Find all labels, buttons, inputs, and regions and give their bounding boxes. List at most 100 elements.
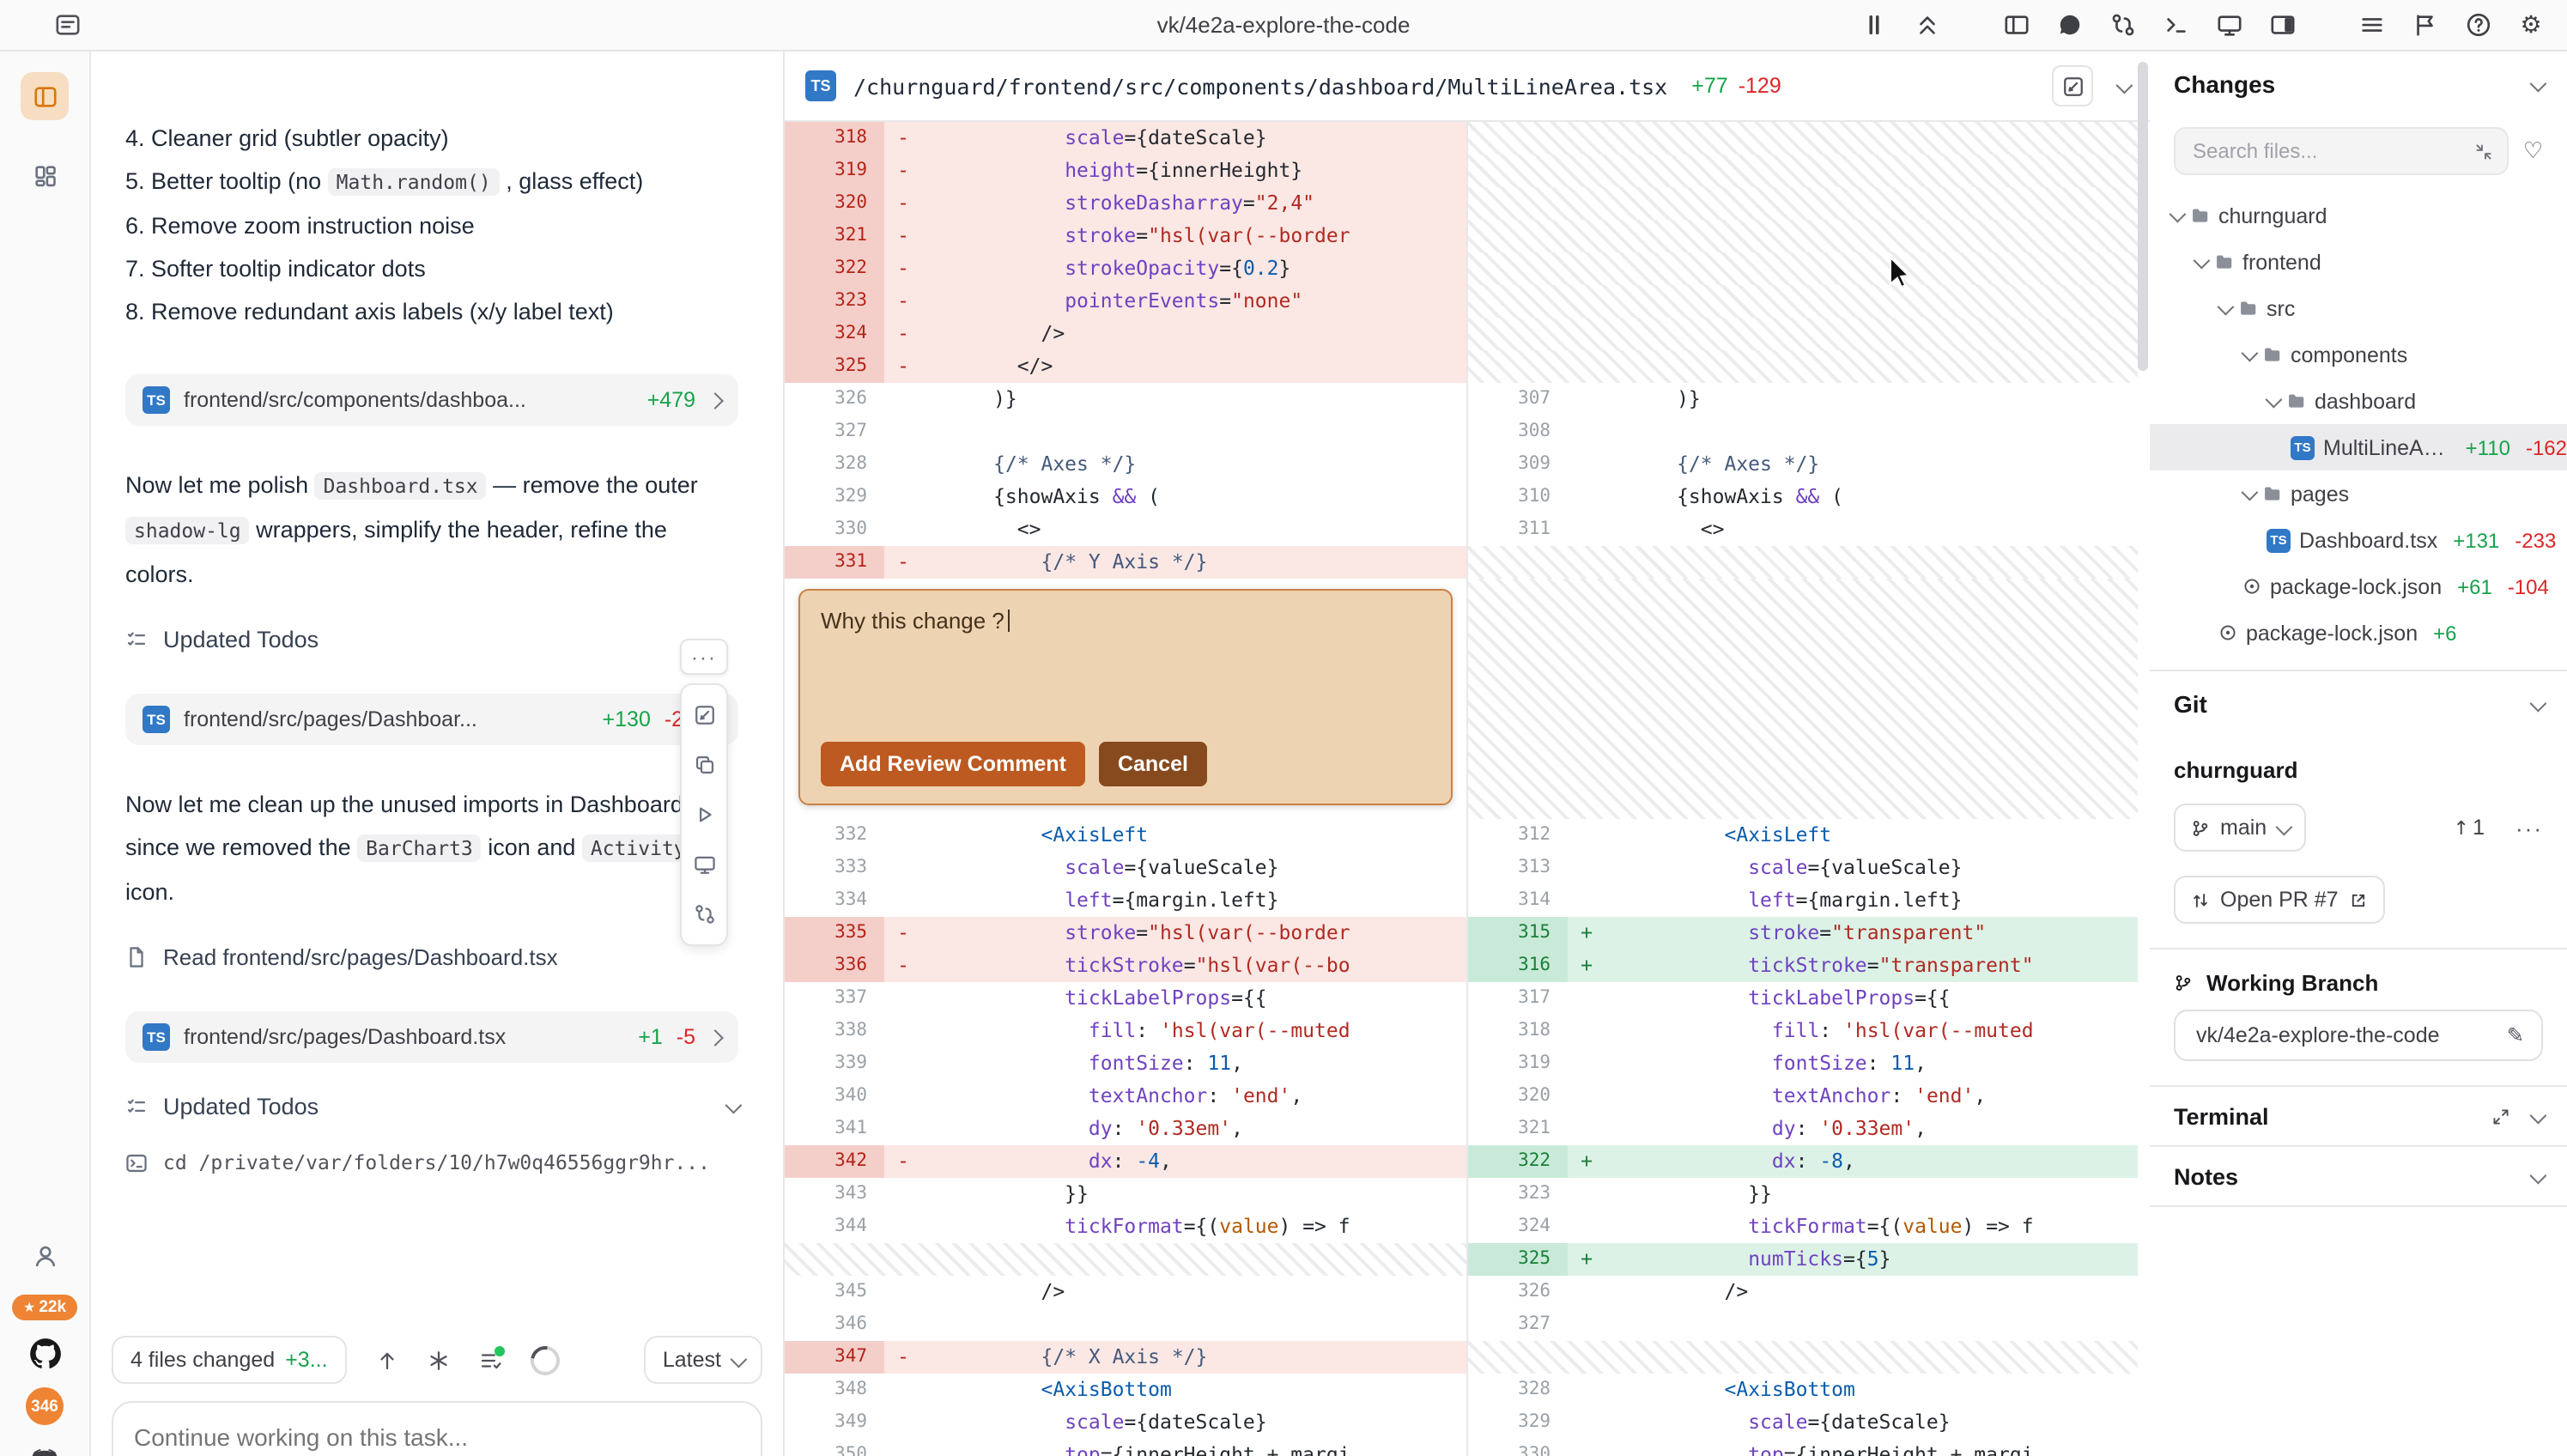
help-icon[interactable] bbox=[2462, 9, 2493, 40]
diff-right-cell: 328 <AxisBottom bbox=[1466, 1374, 2138, 1406]
chevron-down-icon[interactable] bbox=[2530, 1107, 2547, 1124]
files-changed-chip[interactable]: 4 files changed +3... bbox=[112, 1336, 347, 1384]
monitor-icon[interactable] bbox=[685, 841, 723, 888]
message-more-button[interactable]: ··· bbox=[680, 639, 728, 675]
chevron-down-icon[interactable] bbox=[2530, 1167, 2547, 1184]
panel-right-icon[interactable] bbox=[2267, 9, 2297, 40]
change-marker: - bbox=[884, 155, 922, 187]
tree-item-name: dashboard bbox=[2315, 389, 2416, 413]
tree-item-package-lock-json[interactable]: package-lock.json+61-104 bbox=[2150, 563, 2567, 610]
read-file-row[interactable]: Read frontend/src/pages/Dashboard.tsx bbox=[125, 944, 738, 970]
git-more-icon[interactable]: ··· bbox=[2515, 815, 2543, 840]
tree-item-package-lock-json[interactable]: package-lock.json+6 bbox=[2150, 610, 2567, 656]
review-mode-icon[interactable] bbox=[2052, 65, 2093, 106]
line-number: 341 bbox=[785, 1113, 884, 1145]
git-compare-icon[interactable] bbox=[685, 891, 723, 937]
terminal-section-header[interactable]: Terminal bbox=[2150, 1087, 2567, 1145]
chevron-right-icon bbox=[707, 1028, 724, 1046]
updated-todos-row[interactable]: Updated Todos bbox=[125, 627, 738, 652]
ahead-count[interactable]: ↑1 bbox=[2454, 816, 2485, 840]
diff-left-cell: 322- strokeOpacity={0.2} bbox=[785, 252, 1466, 285]
chevron-down-icon[interactable] bbox=[2530, 75, 2547, 92]
github-stars-badge[interactable]: ★22k bbox=[13, 1295, 76, 1320]
play-icon[interactable] bbox=[685, 792, 723, 838]
tree-chevron[interactable] bbox=[2266, 391, 2283, 409]
tree-chevron[interactable] bbox=[2170, 206, 2187, 223]
git-compare-icon[interactable] bbox=[2107, 9, 2138, 40]
working-branch-field[interactable]: ✎ bbox=[2174, 1010, 2543, 1061]
tree-item-frontend[interactable]: frontend bbox=[2150, 239, 2567, 285]
folder-icon bbox=[2263, 484, 2282, 503]
right-panel: Changes ♡ churnguardfrontendsrccomponent… bbox=[2150, 52, 2567, 1456]
settings-gear-icon[interactable]: ⚙ bbox=[2515, 9, 2546, 40]
discord-icon[interactable] bbox=[27, 1441, 62, 1456]
notes-section-header[interactable]: Notes bbox=[2150, 1147, 2567, 1205]
chevron-down-icon[interactable] bbox=[725, 1097, 743, 1114]
working-branch-input[interactable] bbox=[2193, 1022, 2493, 1049]
search-files-box[interactable] bbox=[2174, 127, 2509, 175]
tree-chevron[interactable] bbox=[2242, 345, 2259, 362]
panel-left-icon[interactable] bbox=[2000, 9, 2031, 40]
review-comment-text[interactable]: Why this change ? bbox=[821, 608, 1010, 634]
open-pr-button[interactable]: Open PR #7 bbox=[2174, 876, 2385, 924]
expand-icon[interactable] bbox=[2491, 1107, 2510, 1125]
message-input[interactable] bbox=[134, 1423, 740, 1451]
sparkle-icon[interactable] bbox=[428, 1349, 450, 1371]
diff-right-cell: 322+ dx: -8, bbox=[1466, 1145, 2138, 1178]
chat-bubble-icon[interactable] bbox=[2054, 9, 2085, 40]
file-change-chip[interactable]: TSfrontend/src/components/dashboa...+479 bbox=[125, 374, 738, 426]
message-input-box[interactable]: Opus Default Send ✎ bbox=[112, 1401, 762, 1456]
tree-item-dashboard-tsx[interactable]: TSDashboard.tsx+131-233 bbox=[2150, 517, 2567, 563]
tree-item-src[interactable]: src bbox=[2150, 285, 2567, 331]
review-icon[interactable] bbox=[685, 692, 723, 738]
file-change-chip[interactable]: TSfrontend/src/pages/Dashboar...+130-22 bbox=[125, 694, 738, 745]
discord-members-badge[interactable]: 346 bbox=[26, 1387, 64, 1425]
run-flag-icon[interactable] bbox=[2409, 9, 2440, 40]
line-number: 311 bbox=[1468, 513, 1568, 546]
review-comment-box[interactable]: Why this change ? Add Review Comment Cance… bbox=[798, 589, 1453, 805]
edit-pencil-icon[interactable]: ✎ bbox=[2507, 1025, 2524, 1046]
rail-item-board[interactable] bbox=[21, 151, 69, 199]
loading-spinner bbox=[525, 1339, 565, 1380]
chevron-down-icon[interactable] bbox=[2530, 695, 2547, 712]
diff-collapse-chevron[interactable] bbox=[2116, 76, 2133, 94]
latest-dropdown[interactable]: Latest bbox=[644, 1336, 762, 1384]
pause-icon[interactable] bbox=[1858, 9, 1889, 40]
diff-scrollbar[interactable] bbox=[2138, 62, 2148, 371]
working-branch-title: Working Branch bbox=[2206, 970, 2378, 996]
tree-chevron[interactable] bbox=[2242, 484, 2259, 501]
git-section-header[interactable]: Git bbox=[2150, 671, 2567, 737]
todo-list-icon[interactable] bbox=[479, 1349, 501, 1371]
terminal-icon[interactable] bbox=[2160, 9, 2191, 40]
transcript-icon[interactable] bbox=[52, 9, 82, 40]
star-icon: ★ bbox=[23, 1301, 35, 1314]
shrink-icon[interactable] bbox=[2475, 142, 2494, 161]
branch-dropdown[interactable]: main bbox=[2174, 804, 2306, 852]
file-change-chip[interactable]: TSfrontend/src/pages/Dashboard.tsx+1-5 bbox=[125, 1011, 738, 1063]
change-marker: - bbox=[884, 122, 922, 155]
tree-chevron[interactable] bbox=[2194, 252, 2211, 270]
cancel-button[interactable]: Cancel bbox=[1099, 742, 1207, 786]
tree-item-components[interactable]: components bbox=[2150, 331, 2567, 378]
tree-item-churnguard[interactable]: churnguard bbox=[2150, 192, 2567, 239]
terminal-command-row[interactable]: cd /private/var/folders/10/h7w0q46556ggr… bbox=[125, 1150, 738, 1174]
search-files-input[interactable] bbox=[2189, 137, 2465, 165]
changes-section-header[interactable]: Changes bbox=[2150, 52, 2567, 117]
collapse-icon[interactable] bbox=[1911, 9, 1942, 40]
tree-item-dashboard[interactable]: dashboard bbox=[2150, 378, 2567, 424]
line-number: 330 bbox=[1468, 1439, 1568, 1456]
menu-icon[interactable] bbox=[2356, 9, 2387, 40]
account-icon[interactable] bbox=[21, 1231, 69, 1279]
copy-icon[interactable] bbox=[685, 742, 723, 788]
github-icon[interactable] bbox=[27, 1336, 63, 1372]
rail-item-tasks[interactable] bbox=[21, 72, 69, 120]
tree-item-pages[interactable]: pages bbox=[2150, 470, 2567, 517]
scroll-top-icon[interactable] bbox=[376, 1349, 398, 1371]
add-review-comment-button[interactable]: Add Review Comment bbox=[821, 742, 1085, 786]
heart-icon[interactable]: ♡ bbox=[2523, 140, 2543, 162]
monitor-icon[interactable] bbox=[2213, 9, 2244, 40]
tree-item-multilinearea-tsx[interactable]: TSMultiLineArea.tsx+110-162 bbox=[2150, 424, 2567, 470]
updated-todos-row[interactable]: Updated Todos bbox=[125, 1094, 738, 1119]
tree-chevron[interactable] bbox=[2218, 299, 2235, 316]
diff-body[interactable]: 318- scale={dateScale}319- height={inner… bbox=[785, 122, 2150, 1456]
